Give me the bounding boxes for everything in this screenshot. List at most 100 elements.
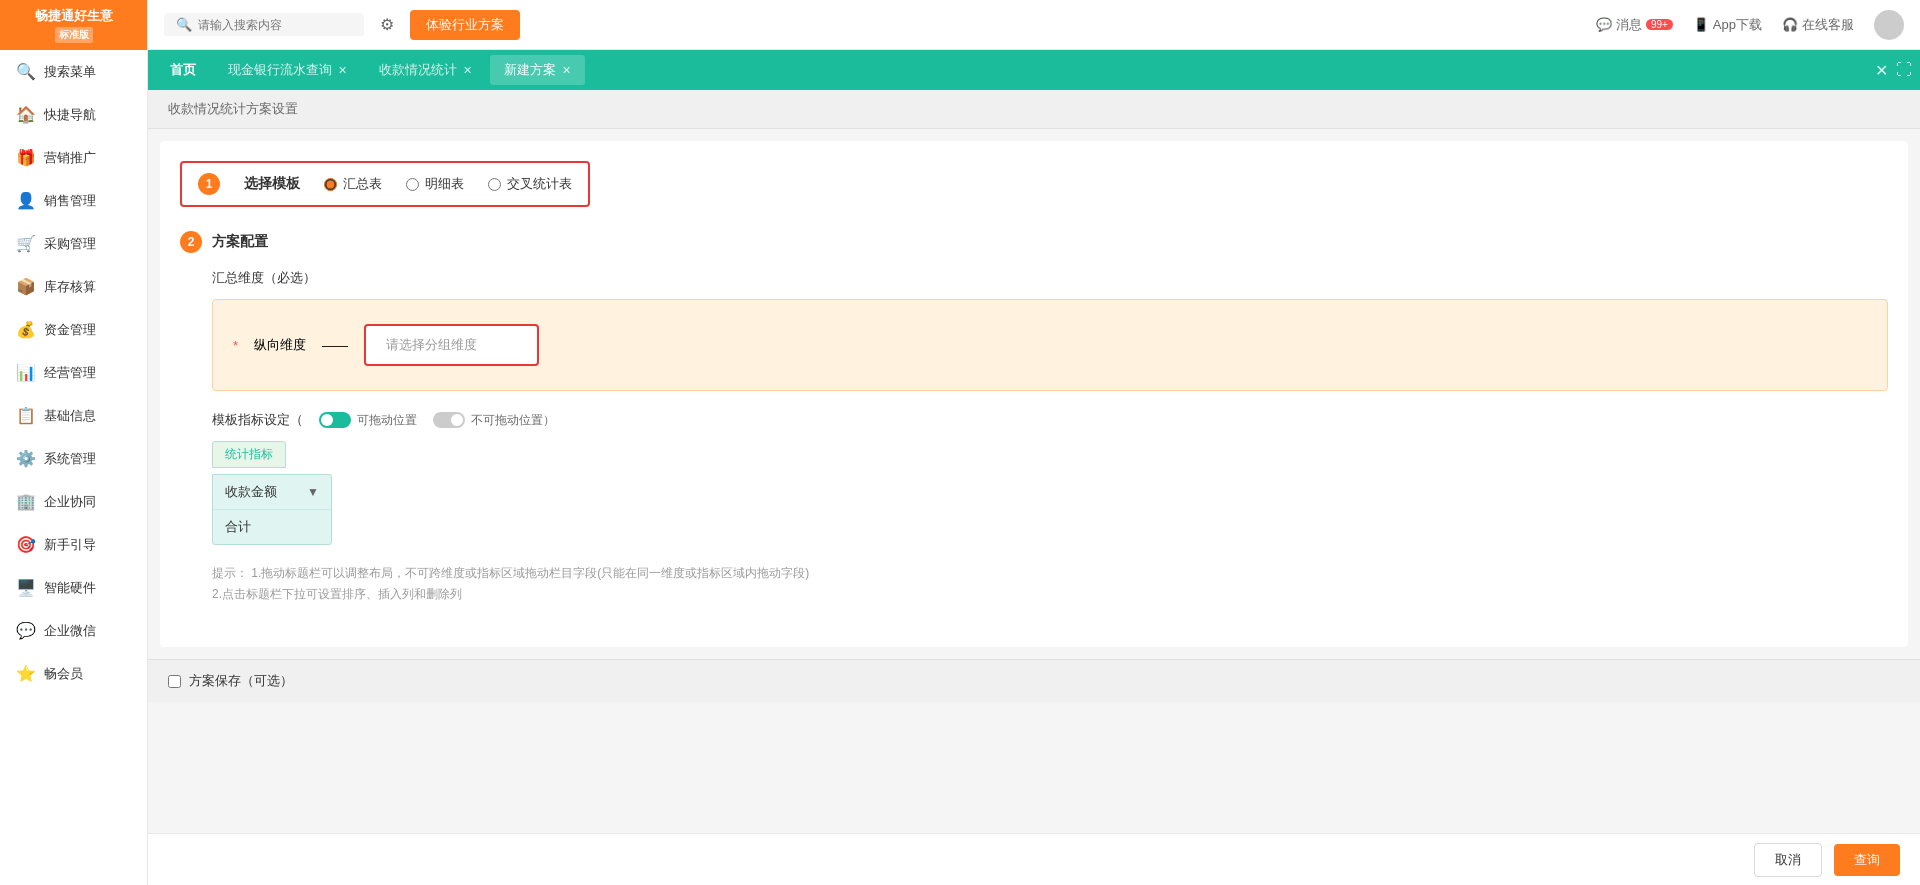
message-label: 消息: [1616, 16, 1642, 34]
sidebar-item-label: 畅会员: [44, 665, 83, 683]
tab-collection-stat[interactable]: 收款情况统计 ✕: [365, 55, 486, 85]
top-bar-right: 💬 消息 99+ 📱 App下载 🎧 在线客服: [1596, 10, 1904, 40]
hints-area: 提示： 1.拖动标题栏可以调整布局，不可跨维度或指标区域拖动栏目字段(只能在同一…: [212, 565, 1888, 603]
sidebar-logo: 畅捷通好生意 标准版: [0, 0, 147, 50]
sidebar-item-label: 经营管理: [44, 364, 96, 382]
sidebar-item-label: 库存核算: [44, 278, 96, 296]
sidebar-item-basic[interactable]: 📋 基础信息: [0, 394, 147, 437]
radio-detail-input[interactable]: [406, 178, 419, 191]
sidebar-item-search[interactable]: 🔍 搜索菜单: [0, 50, 147, 93]
app-download-label: App下载: [1713, 16, 1762, 34]
building-icon: 🏢: [16, 492, 36, 511]
dimension-area: * 纵向维度 —— 请选择分组维度: [212, 299, 1888, 391]
sidebar-item-corp[interactable]: 🏢 企业协同: [0, 480, 147, 523]
tab-new-plan-close[interactable]: ✕: [562, 64, 571, 77]
dim-section-title: 汇总维度（必选）: [212, 269, 1888, 287]
content-area: 收款情况统计方案设置 1 选择模板 汇总表 明细表: [148, 90, 1920, 833]
sidebar-item-quicknav[interactable]: 🏠 快捷导航: [0, 93, 147, 136]
radio-cross-input[interactable]: [488, 178, 501, 191]
chat-icon: 💬: [16, 621, 36, 640]
message-item[interactable]: 💬 消息 99+: [1596, 16, 1673, 34]
sidebar-item-label: 采购管理: [44, 235, 96, 253]
stat-row-0[interactable]: 收款金额 ▼: [213, 475, 331, 510]
radio-summary-label: 汇总表: [343, 175, 382, 193]
tab-bar: 首页 现金银行流水查询 ✕ 收款情况统计 ✕ 新建方案 ✕ ✕ ⛶: [148, 50, 1920, 90]
query-button[interactable]: 查询: [1834, 844, 1900, 876]
chart-icon: 📊: [16, 363, 36, 382]
sidebar-item-hardware[interactable]: 🖥️ 智能硬件: [0, 566, 147, 609]
toggle-draggable[interactable]: [319, 412, 351, 428]
sidebar-item-sales[interactable]: 👤 销售管理: [0, 179, 147, 222]
radio-cross[interactable]: 交叉统计表: [488, 175, 572, 193]
app-download-item[interactable]: 📱 App下载: [1693, 16, 1762, 34]
user-avatar[interactable]: [1874, 10, 1904, 40]
toggle-group-draggable[interactable]: 可拖动位置: [319, 412, 417, 429]
main-area: 🔍 ⚙ 体验行业方案 💬 消息 99+ 📱 App下载 🎧 在线客服 首页: [148, 0, 1920, 885]
step2-section: 2 方案配置 汇总维度（必选） * 纵向维度 —— 请选择分组维度: [180, 231, 1888, 603]
radio-summary[interactable]: 汇总表: [324, 175, 382, 193]
hint-1: 提示： 1.拖动标题栏可以调整布局，不可跨维度或指标区域拖动栏目字段(只能在同一…: [212, 565, 1888, 582]
bottom-bar: 取消 查询: [148, 833, 1920, 885]
sidebar-item-inventory[interactable]: 📦 库存核算: [0, 265, 147, 308]
gift-icon: 🎁: [16, 148, 36, 167]
sidebar-item-purchase[interactable]: 🛒 采购管理: [0, 222, 147, 265]
sidebar-item-funds[interactable]: 💰 资金管理: [0, 308, 147, 351]
tab-new-plan-label: 新建方案: [504, 61, 556, 79]
page-body: 1 选择模板 汇总表 明细表 交叉统计表: [160, 141, 1908, 647]
person-icon: 👤: [16, 191, 36, 210]
tab-bank-flow-label: 现金银行流水查询: [228, 61, 332, 79]
tab-home[interactable]: 首页: [156, 55, 210, 85]
sidebar-item-system[interactable]: ⚙️ 系统管理: [0, 437, 147, 480]
sidebar-item-label: 企业协同: [44, 493, 96, 511]
sidebar-item-operations[interactable]: 📊 经营管理: [0, 351, 147, 394]
tab-new-plan[interactable]: 新建方案 ✕: [490, 55, 585, 85]
tab-close-all-icon[interactable]: ✕: [1875, 61, 1888, 80]
radio-summary-input[interactable]: [324, 178, 337, 191]
search-icon: 🔍: [16, 62, 36, 81]
toggle-nondraggable[interactable]: [433, 412, 465, 428]
radio-detail[interactable]: 明细表: [406, 175, 464, 193]
tab-bank-flow[interactable]: 现金银行流水查询 ✕: [214, 55, 361, 85]
trial-button[interactable]: 体验行业方案: [410, 10, 520, 40]
tab-bar-right: ✕ ⛶: [1875, 61, 1912, 80]
page-header: 收款情况统计方案设置: [148, 90, 1920, 129]
radio-detail-label: 明细表: [425, 175, 464, 193]
sidebar-item-wechat[interactable]: 💬 企业微信: [0, 609, 147, 652]
save-plan-checkbox[interactable]: [168, 675, 181, 688]
sidebar-item-label: 搜索菜单: [44, 63, 96, 81]
service-icon: 🎧: [1782, 17, 1798, 32]
settings-icon[interactable]: ⚙: [380, 15, 394, 34]
search-input[interactable]: [198, 18, 338, 32]
page-footer: 方案保存（可选）: [148, 659, 1920, 702]
sidebar-item-member[interactable]: ⭐ 畅会员: [0, 652, 147, 695]
cancel-button[interactable]: 取消: [1754, 843, 1822, 877]
chevron-down-icon-0[interactable]: ▼: [307, 485, 319, 499]
page-header-title: 收款情况统计方案设置: [168, 101, 298, 116]
sidebar-item-guide[interactable]: 🎯 新手引导: [0, 523, 147, 566]
dim-selector[interactable]: 请选择分组维度: [364, 324, 539, 366]
search-box[interactable]: 🔍: [164, 13, 364, 36]
toggle-group-nondraggable[interactable]: 不可拖动位置）: [433, 412, 555, 429]
message-icon: 💬: [1596, 17, 1612, 32]
gear-icon: ⚙️: [16, 449, 36, 468]
sidebar-item-label: 资金管理: [44, 321, 96, 339]
sidebar-item-marketing[interactable]: 🎁 营销推广: [0, 136, 147, 179]
tab-expand-icon[interactable]: ⛶: [1896, 61, 1912, 79]
toggle-nondraggable-label: 不可拖动位置）: [471, 412, 555, 429]
star-icon: ⭐: [16, 664, 36, 683]
online-service-label: 在线客服: [1802, 16, 1854, 34]
online-service-item[interactable]: 🎧 在线客服: [1782, 16, 1854, 34]
stat-indicator-label: 统计指标: [212, 441, 286, 468]
sidebar-item-label: 快捷导航: [44, 106, 96, 124]
stat-row-1-label: 合计: [225, 518, 251, 536]
tab-collection-stat-close[interactable]: ✕: [463, 64, 472, 77]
step1-section: 1 选择模板 汇总表 明细表 交叉统计表: [180, 161, 1888, 207]
stat-indicator-box: 收款金额 ▼ 合计: [212, 474, 332, 545]
top-bar: 🔍 ⚙ 体验行业方案 💬 消息 99+ 📱 App下载 🎧 在线客服: [148, 0, 1920, 50]
indicator-header: 模板指标设定（ 可拖动位置 不可拖动位置）: [212, 411, 1888, 429]
tab-bank-flow-close[interactable]: ✕: [338, 64, 347, 77]
step2-number: 2: [180, 231, 202, 253]
step2-header: 2 方案配置: [180, 231, 1888, 253]
step1-number: 1: [198, 173, 220, 195]
stat-row-1: 合计: [213, 510, 331, 544]
